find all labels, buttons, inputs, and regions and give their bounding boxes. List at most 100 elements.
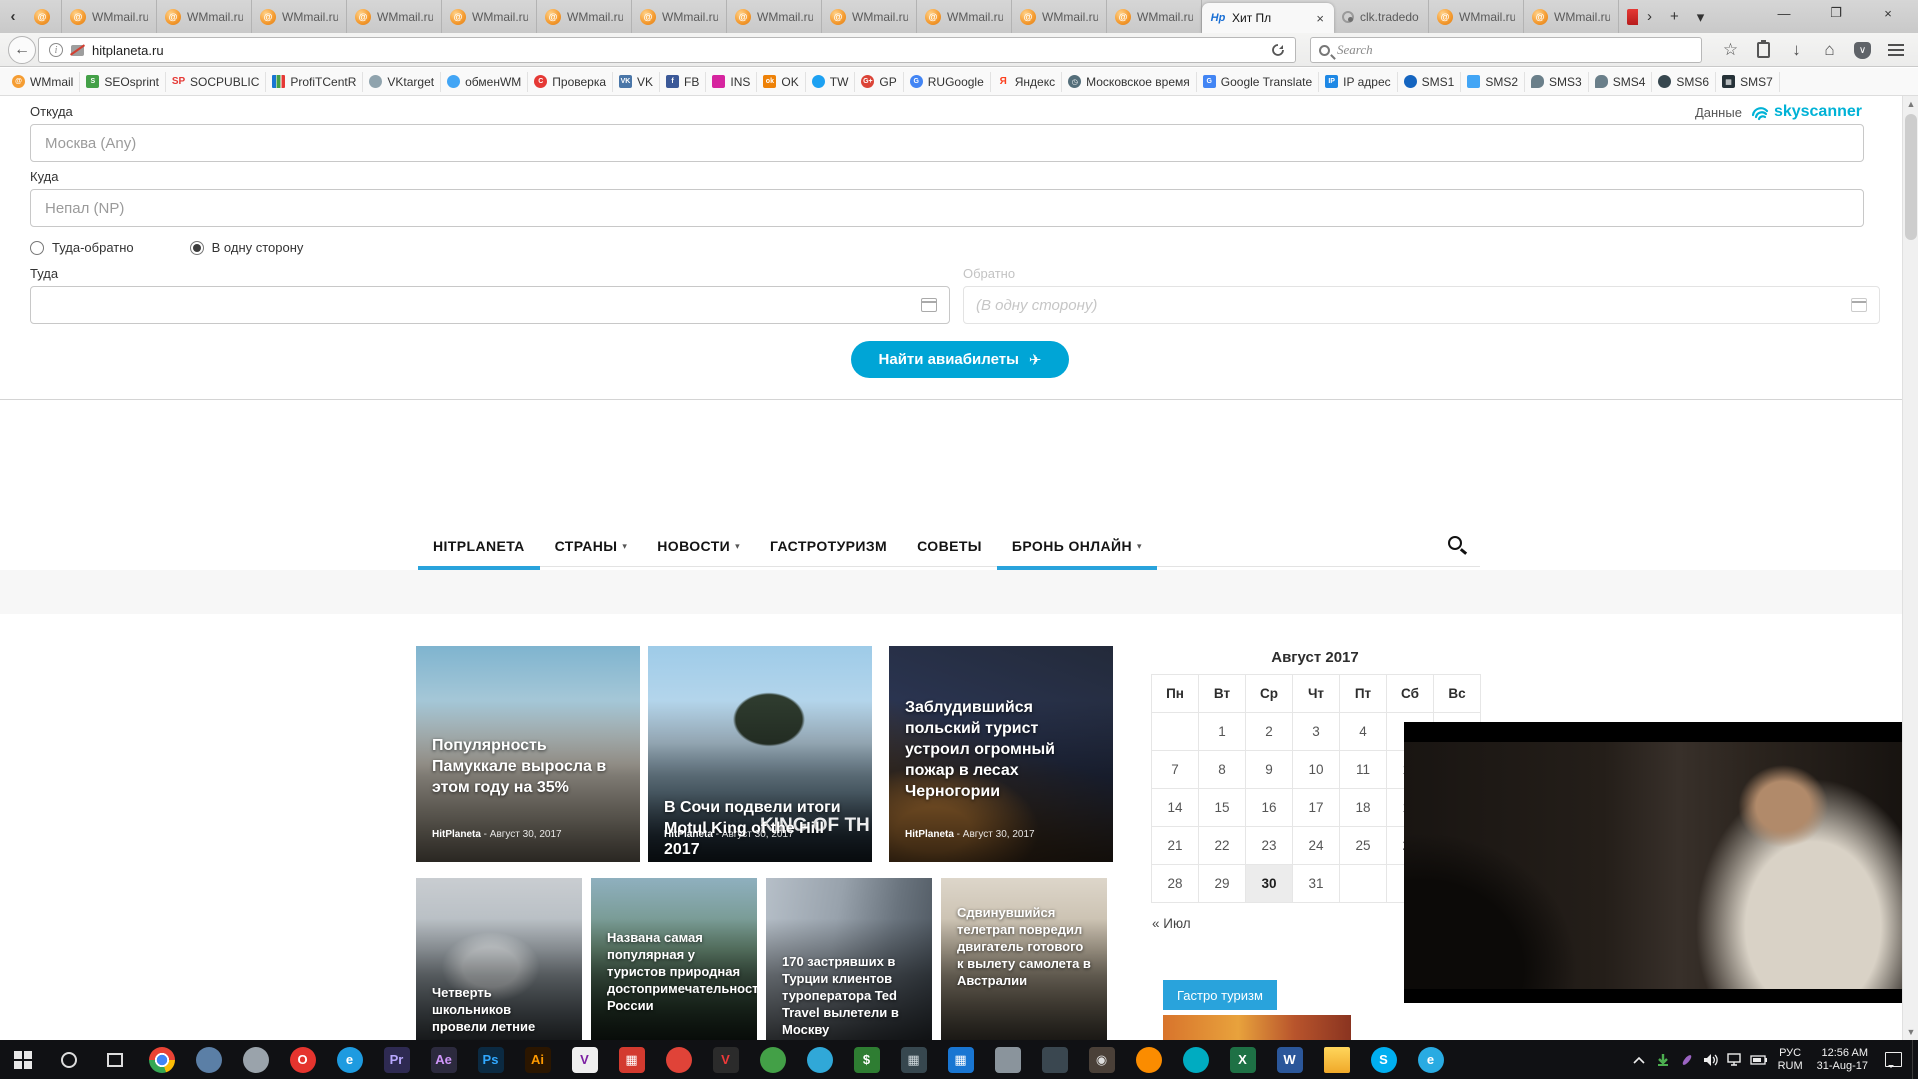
taskbar-app-green-circle-app[interactable]: [749, 1040, 796, 1079]
taskbar-app-file-explorer[interactable]: [1313, 1040, 1360, 1079]
browser-tab[interactable]: @ WMmail.ru: [537, 0, 632, 33]
taskbar-app-app-blue-circle[interactable]: [185, 1040, 232, 1079]
battery-icon[interactable]: [1747, 1040, 1771, 1079]
depart-date-input[interactable]: [30, 286, 950, 324]
download-tray-icon[interactable]: [1651, 1040, 1675, 1079]
bookmark-obmen-wm[interactable]: обменWM: [441, 71, 529, 92]
bookmark-twitter[interactable]: TW: [806, 71, 856, 92]
calendar-day[interactable]: 28: [1151, 864, 1199, 903]
taskbar-app-photoshop[interactable]: Ps: [467, 1040, 514, 1079]
taskbar-app-chrome[interactable]: [138, 1040, 185, 1079]
taskbar-app-app-gray-circle[interactable]: [232, 1040, 279, 1079]
taskbar-app-money-app[interactable]: $: [843, 1040, 890, 1079]
calendar-day[interactable]: 11: [1339, 750, 1387, 789]
taskbar-app-vivaldi[interactable]: V: [702, 1040, 749, 1079]
search-bar[interactable]: Search: [1310, 37, 1702, 63]
volume-icon[interactable]: [1699, 1040, 1723, 1079]
nav-item-hitplaneta[interactable]: HITPLANETA: [418, 526, 540, 570]
nav-item-советы[interactable]: СОВЕТЫ: [902, 526, 997, 566]
bookmark-instagram[interactable]: INS: [706, 71, 758, 92]
tab-scroll-right-button[interactable]: ›: [1638, 0, 1661, 33]
calendar-day[interactable]: 3: [1292, 712, 1340, 751]
sidebar-post-thumbnail[interactable]: [1163, 1015, 1351, 1040]
taskbar-app-red-circle-app[interactable]: [655, 1040, 702, 1079]
taskbar-app-opera[interactable]: O: [279, 1040, 326, 1079]
calendar-day[interactable]: 18: [1339, 788, 1387, 827]
scroll-up-arrow[interactable]: ▲: [1903, 96, 1918, 112]
article-card[interactable]: Сдвинувшийся телетрап повредил двигатель…: [941, 878, 1107, 1040]
bookmark-ip-address[interactable]: IP IP адрес: [1319, 71, 1398, 92]
bookmark-sms2[interactable]: SMS2: [1461, 71, 1526, 92]
minimize-button[interactable]: —: [1758, 0, 1810, 26]
calendar-day[interactable]: 30: [1245, 864, 1293, 903]
taskbar-app-v-player[interactable]: V: [561, 1040, 608, 1079]
taskbar-app-after-effects[interactable]: Ae: [420, 1040, 467, 1079]
taskbar-app-calculator[interactable]: ▦: [890, 1040, 937, 1079]
bookmark-wmmail[interactable]: @ WMmail: [6, 71, 81, 92]
feather-tray-icon[interactable]: [1675, 1040, 1699, 1079]
language-indicator[interactable]: РУС RUM: [1771, 1047, 1810, 1073]
bookmark-star-icon[interactable]: ☆: [1714, 36, 1747, 64]
taskbar-app-blue-grid-app[interactable]: ▦: [937, 1040, 984, 1079]
tab-active[interactable]: Hp Хит Пл ×: [1202, 3, 1334, 33]
calendar-day[interactable]: 14: [1151, 788, 1199, 827]
taskbar-app-orange-circle-app[interactable]: [1125, 1040, 1172, 1079]
pocket-icon[interactable]: ∨: [1846, 36, 1879, 64]
taskbar-app-files-app[interactable]: [984, 1040, 1031, 1079]
browser-tab[interactable]: @ WMmail.ru: [62, 0, 157, 33]
browser-tab[interactable]: @ WMmail.ru: [917, 0, 1012, 33]
taskbar-app-camera-app[interactable]: ◉: [1078, 1040, 1125, 1079]
browser-tab[interactable]: @ WMmail.ru: [1429, 0, 1524, 33]
bookmark-profitcentr[interactable]: ProfiTCentR: [266, 71, 364, 92]
bookmark-google-translate[interactable]: G Google Translate: [1197, 71, 1320, 92]
bookmark-odnoklassniki[interactable]: ok OK: [757, 71, 806, 92]
nav-item-бронь-онлайн[interactable]: БРОНЬ ОНЛАЙН ▾: [996, 526, 1157, 570]
maximize-button[interactable]: ❐: [1810, 0, 1862, 26]
browser-tab[interactable]: @ WMmail.ru: [442, 0, 537, 33]
browser-tab[interactable]: @ WMmail.ru: [1524, 0, 1619, 33]
calendar-day[interactable]: 4: [1339, 712, 1387, 751]
taskbar-app-edge[interactable]: e: [326, 1040, 373, 1079]
browser-tab[interactable]: @ail.ru: [26, 0, 62, 33]
nav-item-новости[interactable]: НОВОСТИ ▾: [642, 526, 755, 566]
site-search-icon[interactable]: [1448, 536, 1462, 550]
article-card[interactable]: 170 застрявших в Турции клиентов туропер…: [766, 878, 932, 1040]
browser-tab[interactable]: @ WMmail.ru: [347, 0, 442, 33]
bookmark-clock[interactable]: ◷ Московское время: [1062, 71, 1197, 92]
return-date-input[interactable]: (В одну сторону): [963, 286, 1880, 324]
calendar-day[interactable]: 22: [1198, 826, 1246, 865]
new-tab-button[interactable]: +: [1661, 0, 1688, 33]
show-desktop-button[interactable]: [1912, 1040, 1918, 1079]
tab-list-button[interactable]: ▾: [1688, 0, 1714, 33]
tray-expand-icon[interactable]: [1627, 1040, 1651, 1079]
taskbar-app-teal-circle-app[interactable]: [796, 1040, 843, 1079]
article-card[interactable]: Четверть школьников провели летние каник…: [416, 878, 582, 1040]
browser-tab[interactable]: @ WMmail.ru: [1107, 0, 1202, 33]
address-bar[interactable]: i hitplaneta.ru: [38, 37, 1296, 63]
taskbar-app-premiere[interactable]: Pr: [373, 1040, 420, 1079]
bookmark-sms7[interactable]: ▦ SMS7: [1716, 71, 1780, 92]
close-button[interactable]: ×: [1862, 0, 1914, 26]
reading-list-icon[interactable]: [1747, 36, 1780, 64]
taskbar-app-skype[interactable]: S: [1360, 1040, 1407, 1079]
calendar-day[interactable]: 10: [1292, 750, 1340, 789]
browser-tab[interactable]: @ WMmail.ru: [252, 0, 347, 33]
task-view-button[interactable]: [92, 1040, 138, 1079]
network-icon[interactable]: [1723, 1040, 1747, 1079]
calendar-day[interactable]: 17: [1292, 788, 1340, 827]
bookmark-sms1[interactable]: SMS1: [1398, 71, 1462, 92]
browser-tab[interactable]: @ WMmail.ru: [157, 0, 252, 33]
calendar-day[interactable]: 8: [1198, 750, 1246, 789]
article-card[interactable]: Заблудившийся польский турист устроил ог…: [889, 646, 1113, 862]
calendar-day[interactable]: 24: [1292, 826, 1340, 865]
article-card[interactable]: Популярность Памуккале выросла в этом го…: [416, 646, 640, 862]
tab-scroll-left-button[interactable]: ‹: [0, 0, 26, 33]
calendar-day[interactable]: 23: [1245, 826, 1293, 865]
page-info-icon[interactable]: i: [49, 43, 63, 57]
action-center-icon[interactable]: [1885, 1052, 1902, 1068]
bookmark-proverka[interactable]: C Проверка: [528, 71, 614, 92]
calendar-day[interactable]: 9: [1245, 750, 1293, 789]
calendar-day[interactable]: 25: [1339, 826, 1387, 865]
taskbar-app-internet-explorer[interactable]: e: [1407, 1040, 1454, 1079]
calendar-prev-month-link[interactable]: « Июл: [1152, 916, 1191, 931]
